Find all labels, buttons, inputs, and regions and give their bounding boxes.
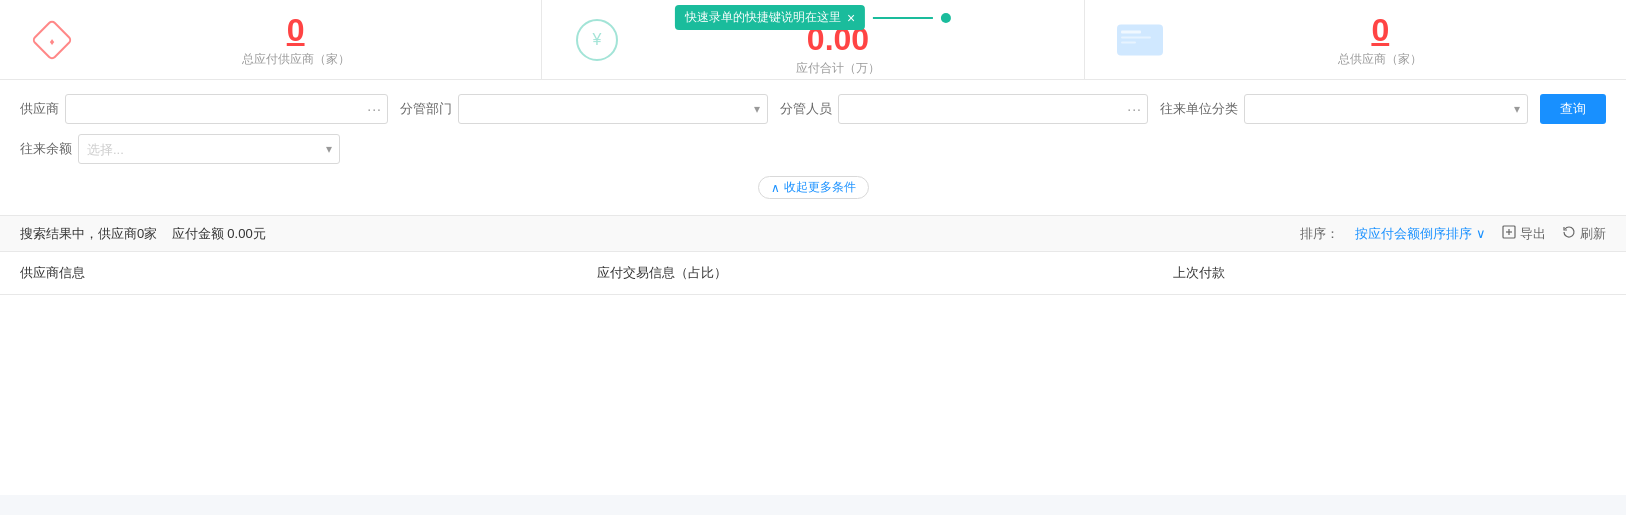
tooltip-line — [873, 17, 933, 19]
col-lastpay-header: 上次付款 — [1173, 264, 1606, 282]
results-amount-label: 应付金额 — [172, 226, 224, 241]
chevron-up-icon: ∧ — [771, 181, 780, 195]
col-supplier-header: 供应商信息 — [20, 264, 597, 282]
results-bar: 搜索结果中，供应商0家 应付金额 0.00元 排序： 按应付会额倒序排序 ∨ 导… — [0, 216, 1626, 252]
total-payable-suppliers-label: 总应付供应商（家） — [242, 51, 350, 68]
diamond-icon: ♦ — [30, 18, 74, 62]
sort-label: 排序： — [1300, 225, 1339, 243]
col-payable-header: 应付交易信息（占比） — [597, 264, 1174, 282]
results-info: 搜索结果中，供应商0家 应付金额 0.00元 — [20, 225, 266, 243]
collapse-label: 收起更多条件 — [784, 179, 856, 196]
svg-text:♦: ♦ — [49, 36, 54, 47]
stats-bar: ♦ 0 总应付供应商（家） ¥ 快速录单的快捷键说明在这里 × 0.00 应付合… — [0, 0, 1626, 80]
stat-total-suppliers: 0 总供应商（家） — [1085, 0, 1626, 79]
tooltip-container: 快速录单的快捷键说明在这里 × — [675, 5, 951, 30]
refresh-button[interactable]: 刷新 — [1562, 225, 1606, 243]
unit-category-select-wrapper — [1244, 94, 1528, 124]
department-select-wrapper — [458, 94, 768, 124]
svg-rect-7 — [1121, 41, 1136, 43]
balance-field: 往来余额 选择... — [20, 134, 340, 164]
results-actions: 排序： 按应付会额倒序排序 ∨ 导出 刷新 — [1300, 225, 1606, 243]
export-icon — [1502, 225, 1516, 242]
department-label: 分管部门 — [400, 100, 452, 118]
department-select[interactable] — [458, 94, 768, 124]
search-section: 供应商 ··· 分管部门 分管人员 ··· 往来单位分类 — [0, 80, 1626, 216]
supplier-label: 供应商 — [20, 100, 59, 118]
export-label: 导出 — [1520, 225, 1546, 243]
svg-text:¥: ¥ — [592, 31, 602, 48]
balance-select[interactable]: 选择... — [78, 134, 340, 164]
collapse-button[interactable]: ∧ 收起更多条件 — [758, 176, 869, 199]
tooltip-dot — [941, 13, 951, 23]
person-field: 分管人员 ··· — [780, 94, 1148, 124]
results-prefix: 搜索结果中，供应商 — [20, 226, 137, 241]
stat-total-payable-suppliers: ♦ 0 总应付供应商（家） — [0, 0, 542, 79]
total-suppliers-number: 0 — [1371, 11, 1389, 49]
supplier-field: 供应商 ··· — [20, 94, 388, 124]
tooltip-text: 快速录单的快捷键说明在这里 — [685, 9, 841, 26]
svg-rect-4 — [1117, 24, 1163, 55]
total-suppliers-label: 总供应商（家） — [1338, 51, 1422, 68]
search-row-2: 往来余额 选择... — [20, 134, 1606, 164]
sort-option-label: 按应付会额倒序排序 — [1355, 225, 1472, 243]
svg-rect-6 — [1121, 36, 1151, 38]
payable-total-label: 应付合计（万） — [796, 60, 880, 77]
stat-payable-total: ¥ 快速录单的快捷键说明在这里 × 0.00 应付合计（万） — [542, 0, 1084, 79]
sort-select[interactable]: 按应付会额倒序排序 ∨ — [1355, 225, 1486, 243]
export-button[interactable]: 导出 — [1502, 225, 1546, 243]
department-field: 分管部门 — [400, 94, 768, 124]
collapse-bar: ∧ 收起更多条件 — [20, 172, 1606, 207]
table-header: 供应商信息 应付交易信息（占比） 上次付款 — [0, 252, 1626, 295]
results-amount-value: 0.00元 — [227, 226, 265, 241]
balance-label: 往来余额 — [20, 140, 72, 158]
tooltip-close-button[interactable]: × — [847, 11, 855, 25]
person-label: 分管人员 — [780, 100, 832, 118]
total-payable-suppliers-number: 0 — [287, 11, 305, 49]
person-input-wrapper: ··· — [838, 94, 1148, 124]
coin-icon: ¥ — [572, 15, 622, 65]
supplier-input-wrapper: ··· — [65, 94, 388, 124]
sort-chevron-icon: ∨ — [1476, 226, 1486, 241]
person-input[interactable] — [838, 94, 1148, 124]
svg-rect-5 — [1121, 30, 1141, 33]
refresh-icon — [1562, 225, 1576, 242]
refresh-label: 刷新 — [1580, 225, 1606, 243]
unit-category-field: 往来单位分类 — [1160, 94, 1528, 124]
blue-card-icon — [1115, 22, 1165, 57]
unit-category-label: 往来单位分类 — [1160, 100, 1238, 118]
unit-category-select[interactable] — [1244, 94, 1528, 124]
person-dots-button[interactable]: ··· — [1127, 101, 1142, 117]
tooltip-bubble: 快速录单的快捷键说明在这里 × — [675, 5, 865, 30]
supplier-input[interactable] — [65, 94, 388, 124]
table-body — [0, 295, 1626, 495]
balance-select-wrapper: 选择... — [78, 134, 340, 164]
search-row-1: 供应商 ··· 分管部门 分管人员 ··· 往来单位分类 — [20, 94, 1606, 124]
results-unit: 家 — [144, 226, 157, 241]
query-button[interactable]: 查询 — [1540, 94, 1606, 124]
supplier-dots-button[interactable]: ··· — [367, 101, 382, 117]
